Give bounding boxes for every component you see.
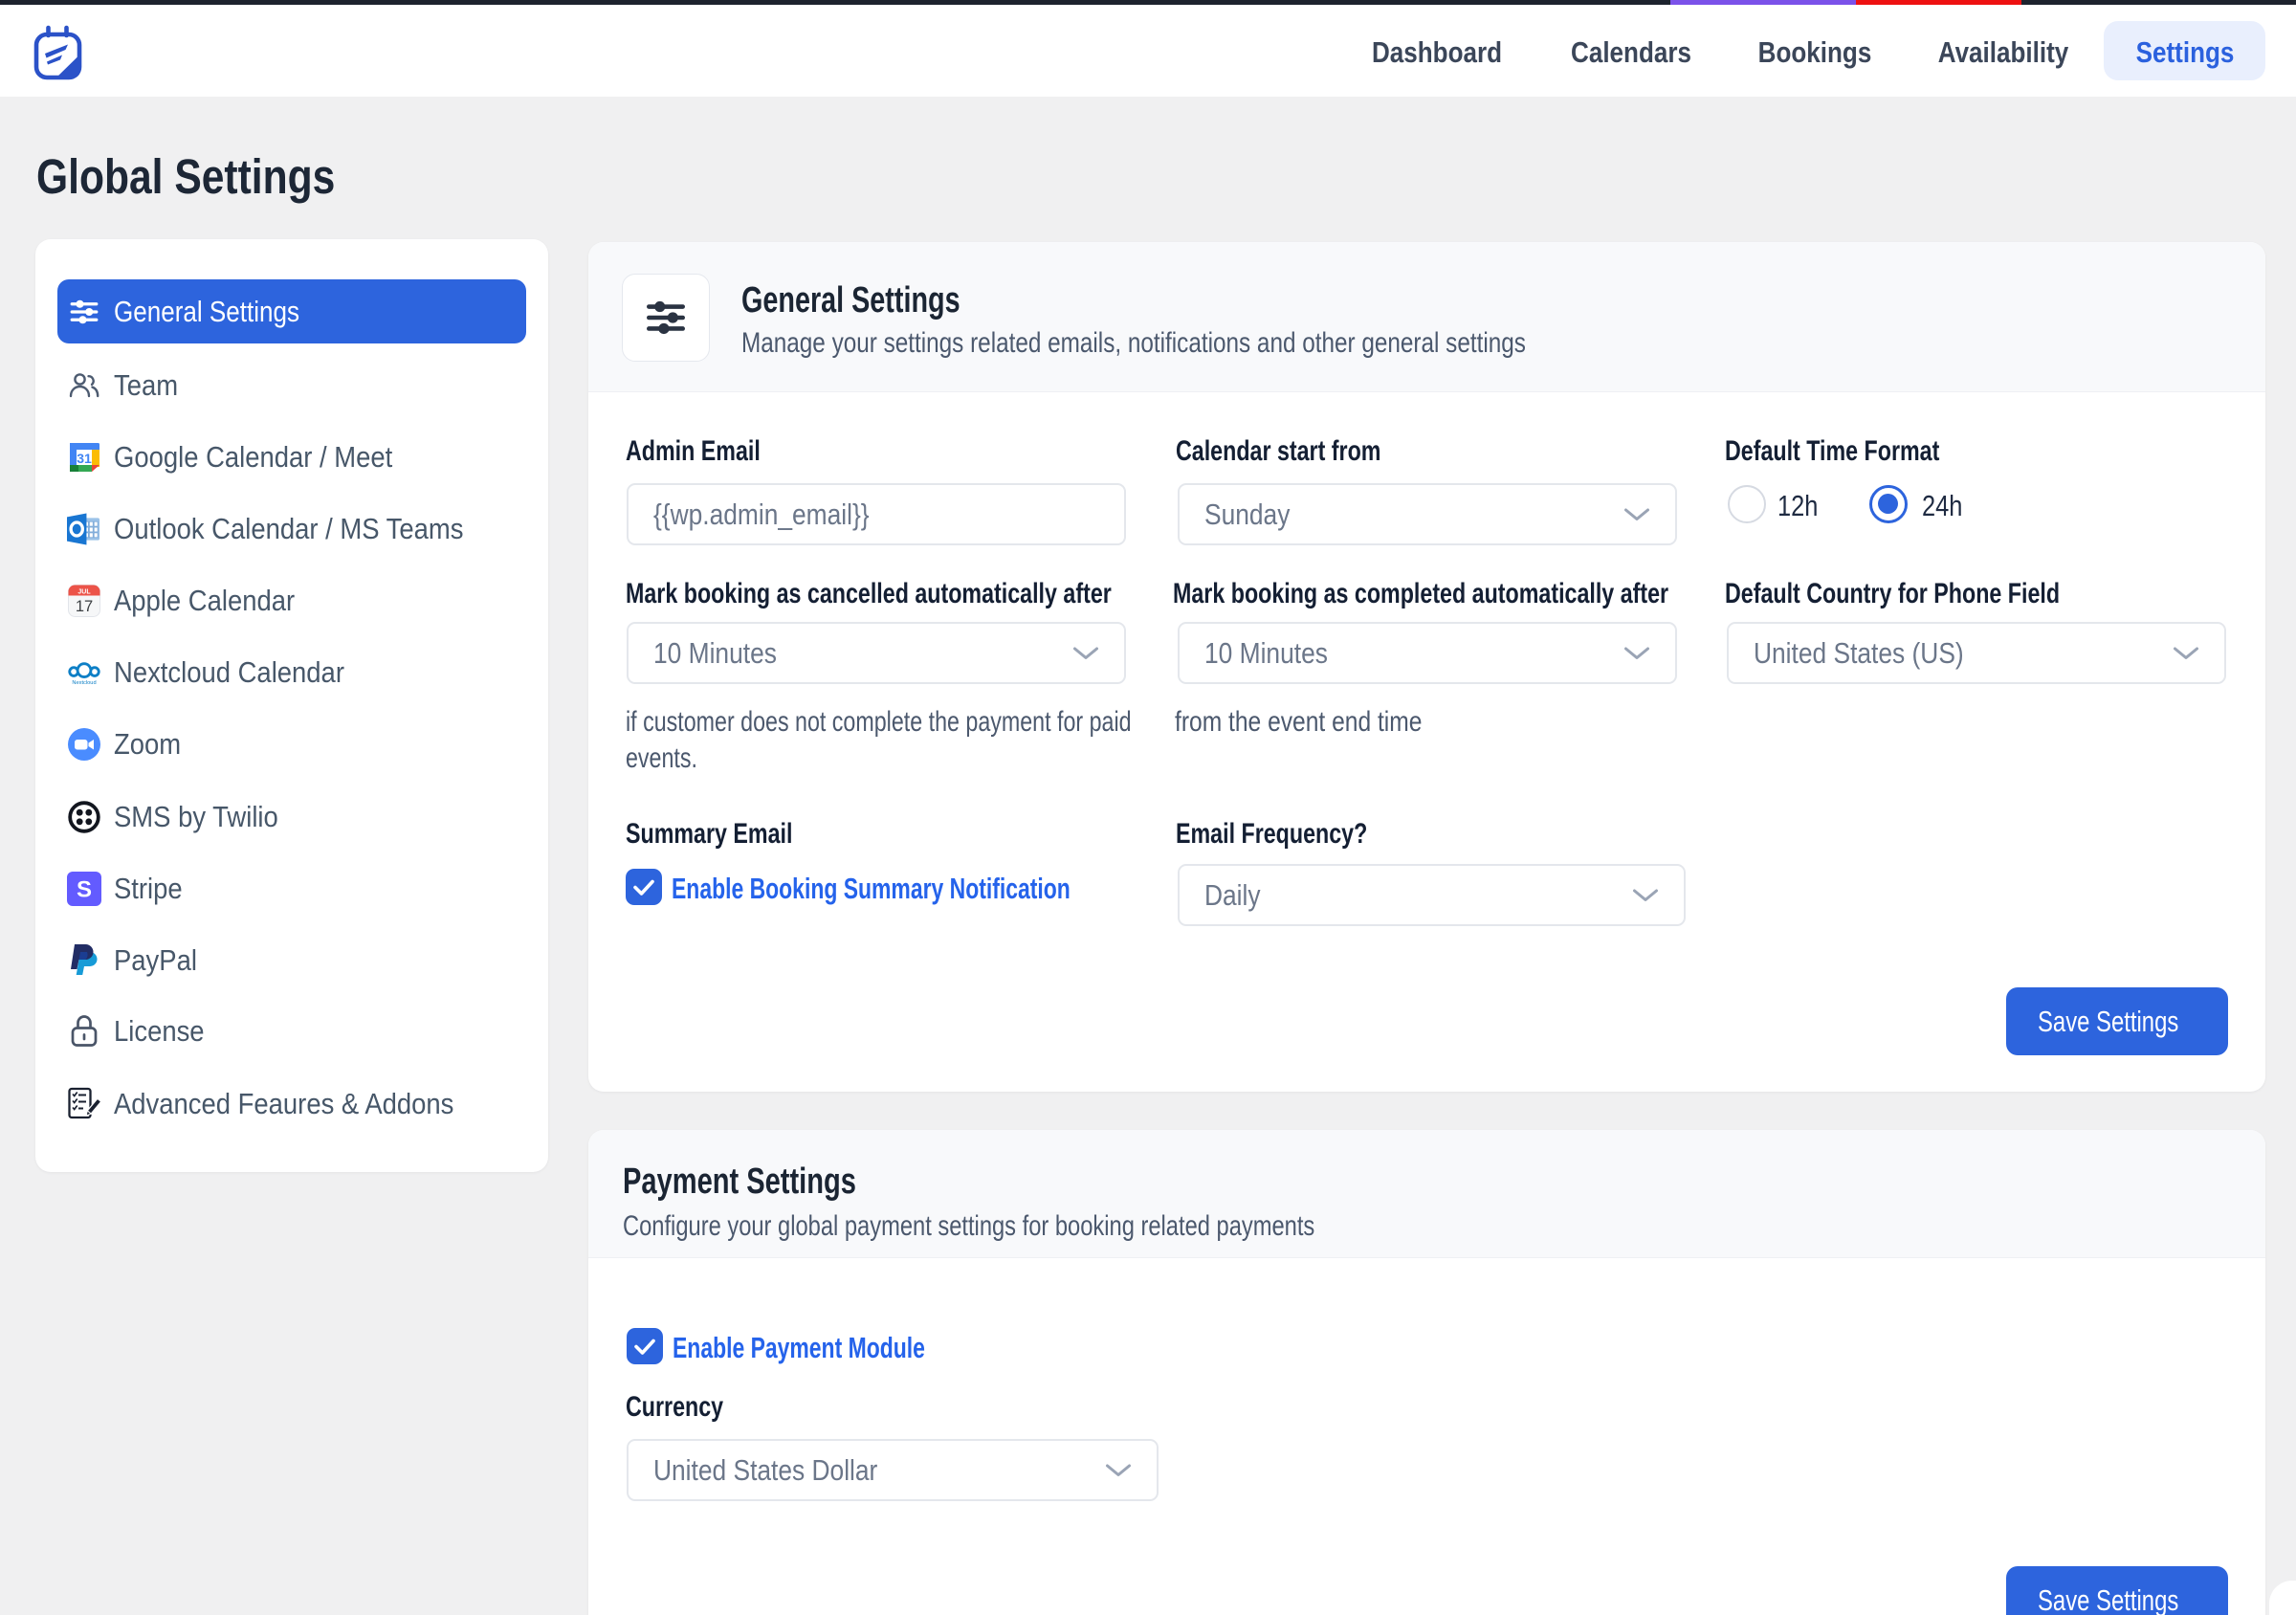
svg-text:S: S [77,876,92,902]
svg-text:17: 17 [76,598,93,615]
svg-text:31: 31 [77,451,92,466]
svg-text:JUL: JUL [77,588,91,595]
svg-text:Nextcloud: Nextcloud [72,679,96,685]
